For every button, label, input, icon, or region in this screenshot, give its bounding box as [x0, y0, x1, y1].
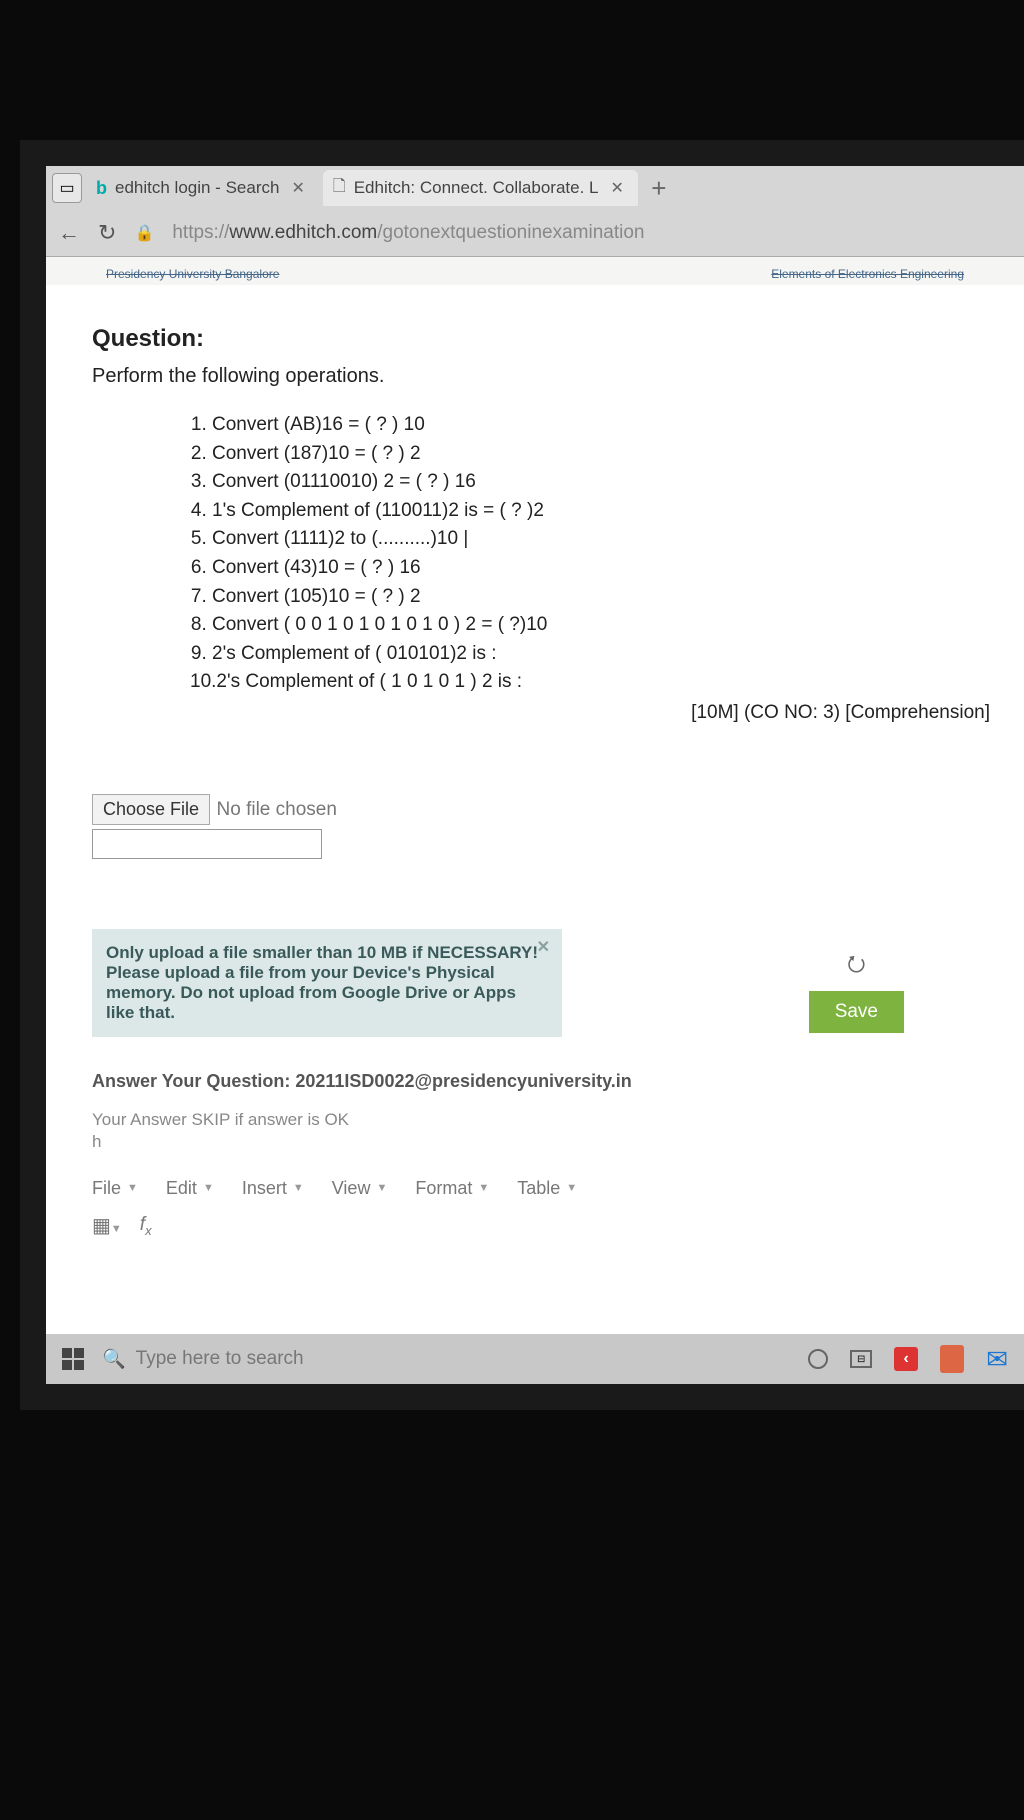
question-marks: [10M] (CO NO: 3) [Comprehension] — [92, 702, 1000, 724]
save-button[interactable]: Save — [809, 991, 904, 1033]
save-area: ⭮ Save — [809, 947, 904, 1033]
file-path-input[interactable] — [92, 829, 322, 859]
task-view-icon[interactable]: ⊟ — [850, 1350, 872, 1368]
back-button[interactable]: ← — [58, 220, 80, 246]
menu-label: Edit — [166, 1178, 197, 1199]
file-upload-section: Choose File No file chosen — [92, 794, 1000, 859]
windows-taskbar: 🔍 Type here to search ⊟ ‹ ✉ — [46, 1334, 1024, 1384]
chevron-down-icon: ▼ — [478, 1182, 489, 1194]
answer-subtext: Your Answer SKIP if answer is OK — [92, 1110, 1000, 1130]
question-intro: Perform the following operations. — [92, 365, 1000, 388]
page-body: Presidency University Bangalore Elements… — [46, 257, 1024, 1385]
list-item: Convert (187)10 = ( ? ) 2 — [212, 441, 1000, 468]
menu-label: View — [332, 1178, 371, 1199]
header-left: Presidency University Bangalore — [106, 267, 279, 281]
close-icon[interactable]: ✕ — [537, 937, 550, 957]
address-bar: ← ↻ 🔒 https://www.edhitch.com/gotonextqu… — [46, 210, 1024, 256]
menu-label: Table — [517, 1178, 560, 1199]
browser-chrome: ▭ b edhitch login - Search ✕ 🗋 Edhitch: … — [46, 166, 1024, 257]
formula-icon[interactable]: fx — [140, 1214, 152, 1238]
menu-label: File — [92, 1178, 121, 1199]
bing-icon: b — [96, 178, 107, 199]
url-host: www.edhitch.com — [229, 222, 377, 243]
list-item: Convert (1111)2 to (..........)10 | — [212, 526, 1000, 553]
office-icon[interactable] — [940, 1345, 964, 1373]
list-item-text: 2's Complement of ( 1 0 1 0 1 ) 2 is : — [216, 671, 522, 692]
browser-tab-1[interactable]: b edhitch login - Search ✕ — [86, 170, 319, 206]
browser-tab-2[interactable]: 🗋 Edhitch: Connect. Collaborate. L ✕ — [323, 170, 638, 206]
chevron-down-icon: ▼ — [203, 1182, 214, 1194]
tabs-overview-button[interactable]: ▭ — [52, 173, 82, 203]
plus-icon: + — [651, 173, 666, 204]
menu-insert[interactable]: Insert ▼ — [242, 1178, 304, 1199]
upload-info-card: Only upload a file smaller than 10 MB if… — [92, 929, 562, 1037]
list-item: Convert (43)10 = ( ? ) 16 — [212, 555, 1000, 582]
answer-subtext2: h — [92, 1132, 1000, 1152]
chevron-down-icon: ▼ — [111, 1223, 122, 1235]
list-item: Convert (AB)16 = ( ? ) 10 — [212, 412, 1000, 439]
panel-icon: ▭ — [59, 178, 74, 198]
question-heading: Question: — [92, 325, 1000, 353]
list-item: Convert (105)10 = ( ? ) 2 — [212, 584, 1000, 611]
editor-toolbar: File ▼ Edit ▼ Insert ▼ View ▼ Format ▼ Table ▼ — [92, 1178, 1000, 1199]
chevron-down-icon: ▼ — [293, 1182, 304, 1194]
cortana-icon[interactable] — [808, 1349, 828, 1369]
upload-icon: ⭮ — [847, 951, 866, 976]
chevron-down-icon: ▼ — [127, 1182, 138, 1194]
tab-title: edhitch login - Search — [115, 178, 279, 198]
taskbar-search[interactable]: 🔍 Type here to search — [102, 1347, 422, 1371]
menu-label: Format — [415, 1178, 472, 1199]
menu-format[interactable]: Format ▼ — [415, 1178, 489, 1199]
taskbar-tray: ⊟ ‹ ✉ — [808, 1344, 1008, 1375]
start-button[interactable] — [62, 1348, 84, 1370]
content-area: Question: Perform the following operatio… — [46, 285, 1024, 1385]
monitor-frame: ▭ b edhitch login - Search ✕ 🗋 Edhitch: … — [20, 140, 1024, 1410]
search-icon: 🔍 — [102, 1347, 126, 1371]
menu-file[interactable]: File ▼ — [92, 1178, 138, 1199]
list-item: 2's Complement of ( 010101)2 is : — [212, 641, 1000, 668]
chevron-down-icon: ▼ — [566, 1182, 577, 1194]
refresh-button[interactable]: ↻ — [98, 220, 116, 246]
editor-toolbar-row2: ▦▼ fx — [92, 1213, 1000, 1238]
header-right: Elements of Electronics Engineering — [771, 267, 964, 281]
list-item: 10.2's Complement of ( 1 0 1 0 1 ) 2 is … — [190, 669, 1000, 696]
question-list: Convert (AB)16 = ( ? ) 10 Convert (187)1… — [92, 412, 1000, 696]
header-strip: Presidency University Bangalore Elements… — [46, 267, 1024, 281]
list-item: Convert ( 0 0 1 0 1 0 1 0 1 0 ) 2 = ( ?)… — [212, 612, 1000, 639]
menu-table[interactable]: Table ▼ — [517, 1178, 577, 1199]
new-tab-button[interactable]: + — [642, 171, 676, 205]
close-icon[interactable]: ✕ — [287, 178, 308, 198]
mail-icon[interactable]: ✉ — [986, 1344, 1008, 1375]
table-icon[interactable]: ▦▼ — [92, 1213, 122, 1238]
close-icon[interactable]: ✕ — [606, 178, 627, 198]
tab-title: Edhitch: Connect. Collaborate. L — [354, 178, 599, 198]
url-field[interactable]: https://www.edhitch.com/gotonextquestion… — [172, 222, 644, 244]
chevron-down-icon: ▼ — [376, 1182, 387, 1194]
menu-edit[interactable]: Edit ▼ — [166, 1178, 214, 1199]
url-path: /gotonextquestioninexamination — [377, 222, 644, 243]
url-scheme: https:// — [172, 222, 229, 243]
list-item: 1's Complement of (110011)2 is = ( ? )2 — [212, 498, 1000, 525]
file-chosen-label: No file chosen — [217, 799, 337, 820]
lock-icon: 🔒 — [134, 223, 154, 243]
info-text: Only upload a file smaller than 10 MB if… — [106, 943, 538, 1022]
document-icon: 🗋 — [333, 175, 346, 202]
answer-heading: Answer Your Question: 20211ISD0022@presi… — [92, 1071, 1000, 1092]
app-icon-red[interactable]: ‹ — [894, 1347, 918, 1371]
search-placeholder: Type here to search — [136, 1348, 304, 1370]
menu-view[interactable]: View ▼ — [332, 1178, 388, 1199]
menu-label: Insert — [242, 1178, 287, 1199]
list-item: Convert (01110010) 2 = ( ? ) 16 — [212, 469, 1000, 496]
tab-bar: ▭ b edhitch login - Search ✕ 🗋 Edhitch: … — [46, 166, 1024, 210]
choose-file-button[interactable]: Choose File — [92, 794, 210, 825]
